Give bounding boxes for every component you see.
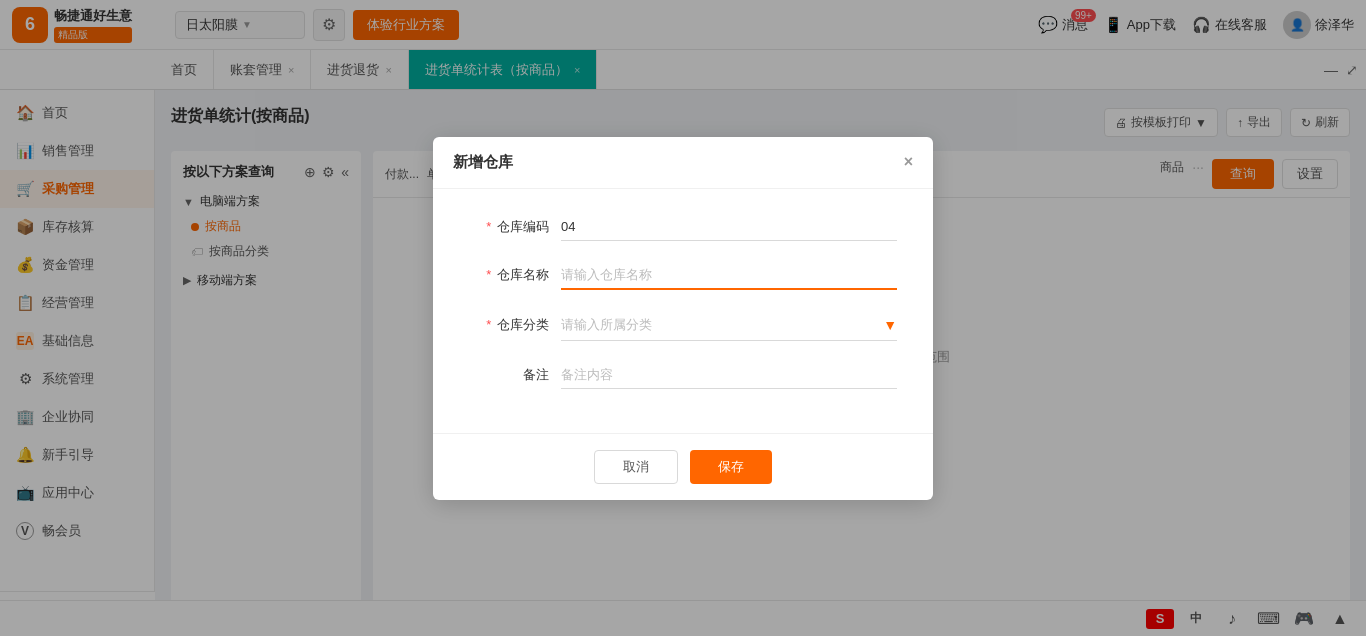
category-dropdown-arrow: ▼: [883, 317, 897, 333]
warehouse-category-select[interactable]: 请输入所属分类 ▼: [561, 310, 897, 341]
form-row-name: * 仓库名称: [469, 261, 897, 290]
form-category-label: * 仓库分类: [469, 316, 549, 334]
dialog-footer: 取消 保存: [433, 433, 933, 500]
dialog-title: 新增仓库: [453, 153, 513, 172]
required-star-name: *: [486, 267, 491, 282]
warehouse-remark-input[interactable]: [561, 361, 897, 389]
cancel-button[interactable]: 取消: [594, 450, 678, 484]
category-placeholder: 请输入所属分类: [561, 316, 652, 334]
code-label-text: 仓库编码: [497, 219, 549, 234]
save-button[interactable]: 保存: [690, 450, 772, 484]
add-warehouse-dialog: 新增仓库 × * 仓库编码 * 仓库名称: [433, 137, 933, 500]
dialog-close-btn[interactable]: ×: [904, 153, 913, 171]
form-row-category: * 仓库分类 请输入所属分类 ▼: [469, 310, 897, 341]
form-code-label: * 仓库编码: [469, 218, 549, 236]
modal-overlay: 新增仓库 × * 仓库编码 * 仓库名称: [0, 0, 1366, 636]
dialog-body: * 仓库编码 * 仓库名称 * 仓库分类 请输入所属: [433, 189, 933, 433]
warehouse-name-input[interactable]: [561, 261, 897, 290]
warehouse-code-input[interactable]: [561, 213, 897, 241]
dialog-header: 新增仓库 ×: [433, 137, 933, 189]
required-star-code: *: [486, 219, 491, 234]
remark-label-text: 备注: [523, 367, 549, 382]
required-star-category: *: [486, 317, 491, 332]
form-row-remark: 备注: [469, 361, 897, 389]
category-label-text: 仓库分类: [497, 317, 549, 332]
form-name-label: * 仓库名称: [469, 266, 549, 284]
form-row-code: * 仓库编码: [469, 213, 897, 241]
form-remark-label: 备注: [469, 366, 549, 384]
name-label-text: 仓库名称: [497, 267, 549, 282]
